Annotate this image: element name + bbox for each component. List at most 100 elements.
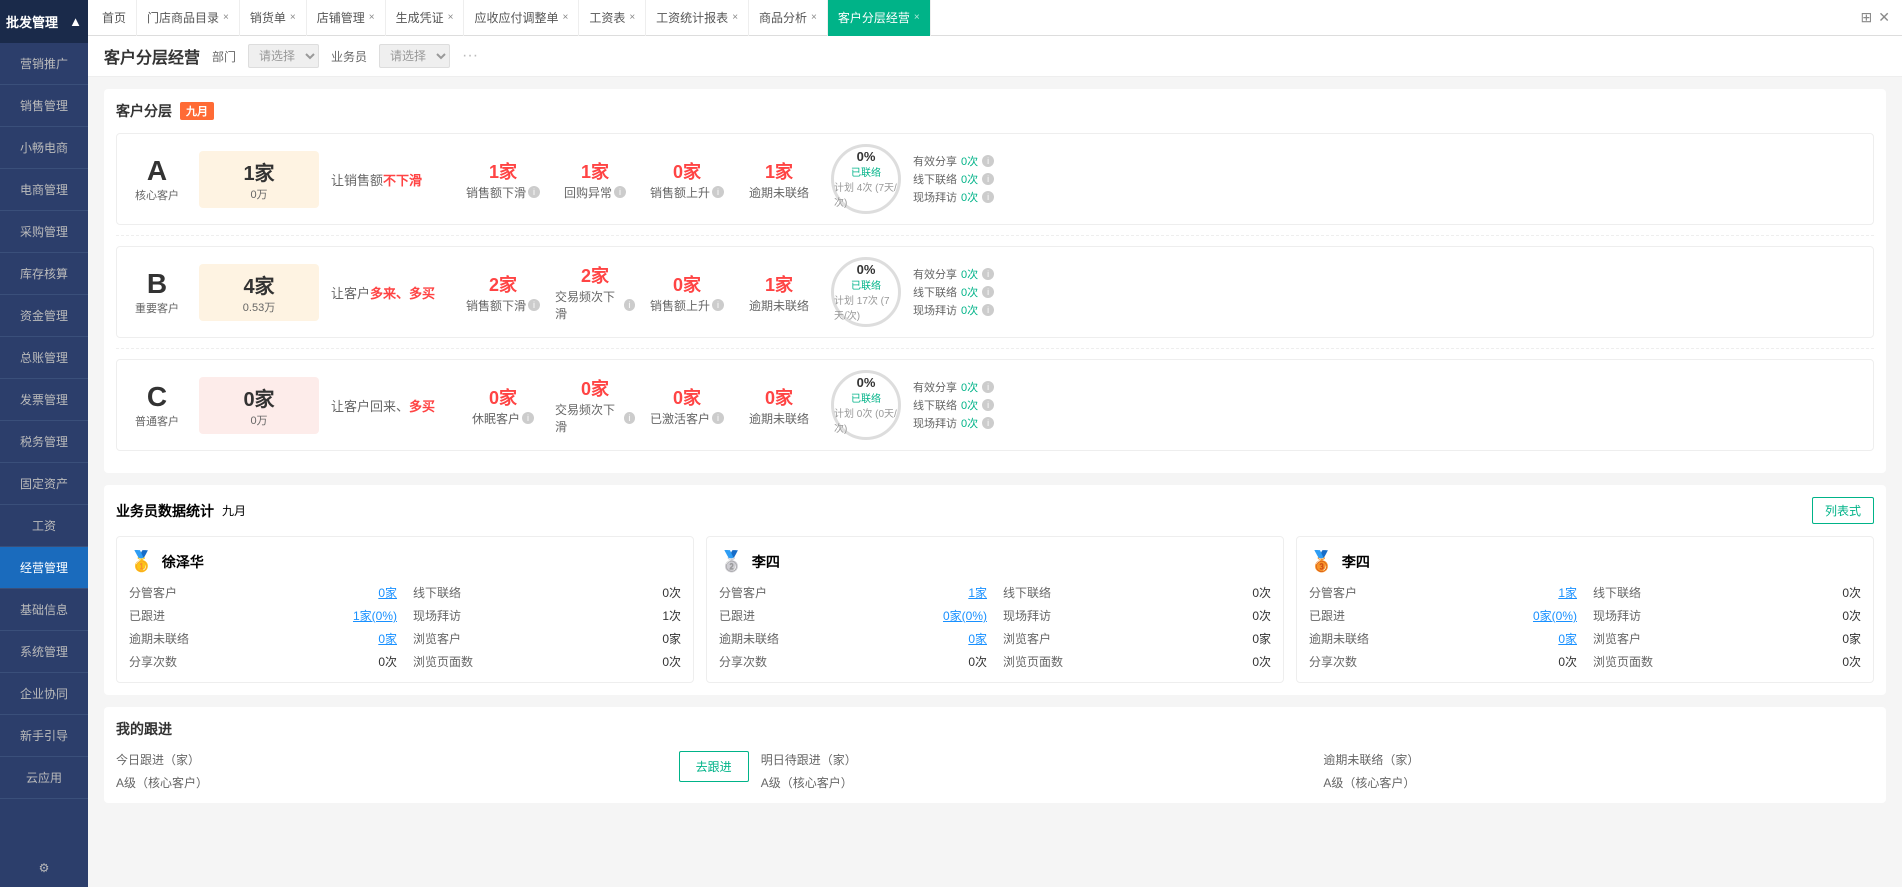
info-icon[interactable]: i	[712, 299, 724, 311]
tab-close-btn[interactable]: ×	[629, 0, 635, 36]
toolbar: 客户分层经营 部门 请选择 业务员 请选择 ···	[88, 36, 1902, 77]
sidebar-item-xinshou[interactable]: 新手引导	[0, 715, 88, 757]
list-view-button[interactable]: 列表式	[1812, 497, 1874, 524]
staff-stat-value[interactable]: 0家(0%)	[1533, 607, 1577, 624]
stat-num[interactable]: 0家	[489, 384, 517, 410]
stat-num[interactable]: 1家	[765, 271, 793, 297]
stat-num[interactable]: 2家	[581, 262, 609, 288]
info-icon[interactable]: i	[982, 286, 994, 298]
tab-close-btn[interactable]: ×	[369, 0, 375, 36]
tab-销货单[interactable]: 销货单×	[240, 0, 307, 36]
sidebar-item-shuiwu[interactable]: 税务管理	[0, 421, 88, 463]
tab-应收应付调整单[interactable]: 应收应付调整单×	[464, 0, 579, 36]
stat-num[interactable]: 1家	[581, 158, 609, 184]
info-icon[interactable]: i	[712, 412, 724, 424]
staff-medal: 🥉	[1309, 549, 1334, 574]
sidebar-item-dianshang[interactable]: 电商管理	[0, 169, 88, 211]
info-icon[interactable]: i	[982, 268, 994, 280]
info-icon[interactable]: i	[982, 417, 994, 429]
info-icon[interactable]: i	[624, 299, 635, 311]
tab-生成凭证[interactable]: 生成凭证×	[386, 0, 465, 36]
stat-num[interactable]: 1家	[765, 158, 793, 184]
info-icon[interactable]: i	[528, 299, 540, 311]
staff-stat-value[interactable]: 0家	[968, 630, 987, 647]
sidebar-item-zhangmu[interactable]: 总账管理	[0, 337, 88, 379]
sidebar-item-yingxiao[interactable]: 营销推广	[0, 43, 88, 85]
rs-num: 0次	[961, 302, 978, 318]
staff-stat-value[interactable]: 1家	[968, 584, 987, 601]
info-icon[interactable]: i	[982, 399, 994, 411]
tier-circle-A: 0%已联络计划 4次 (7天/次)	[831, 144, 901, 214]
info-icon[interactable]: i	[712, 186, 724, 198]
info-icon[interactable]: i	[522, 412, 534, 424]
stat-label: 逾期未联络	[749, 410, 809, 427]
tab-close-btn[interactable]: ×	[811, 0, 817, 36]
tab-window-icon[interactable]: ⊞	[1861, 9, 1873, 26]
sidebar-item-gongzi[interactable]: 工资	[0, 505, 88, 547]
staff-stat-value[interactable]: 1家	[1558, 584, 1577, 601]
info-icon[interactable]: i	[528, 186, 540, 198]
tab-门店商品目录[interactable]: 门店商品目录×	[137, 0, 240, 36]
staff-stat-value: 0次	[968, 653, 987, 670]
stat-num[interactable]: 0家	[581, 375, 609, 401]
sidebar-item-kucun[interactable]: 库存核算	[0, 253, 88, 295]
sidebar-item-xiaoshou[interactable]: 销售管理	[0, 85, 88, 127]
tab-close-btn[interactable]: ×	[448, 0, 454, 36]
sidebar-item-jichu[interactable]: 基础信息	[0, 589, 88, 631]
tab-close-btn[interactable]: ×	[562, 0, 568, 36]
sidebar-gear-icon[interactable]: ⚙	[0, 849, 88, 887]
sidebar-item-jingying[interactable]: 经营管理	[0, 547, 88, 589]
stat-label: 已激活客户i	[650, 410, 724, 427]
tab-close-btn[interactable]: ×	[223, 0, 229, 36]
sidebar-item-gudingzichan[interactable]: 固定资产	[0, 463, 88, 505]
tab-工资表[interactable]: 工资表×	[579, 0, 646, 36]
sidebar-collapse-icon[interactable]: ▲	[69, 14, 82, 29]
circle-plan: 计划 4次 (7天/次)	[834, 179, 898, 209]
stat-num[interactable]: 0家	[673, 384, 701, 410]
right-stat-item: 线下联络0次i	[913, 284, 994, 300]
staff-select[interactable]: 请选择	[379, 44, 450, 68]
sidebar-item-zijin[interactable]: 资金管理	[0, 295, 88, 337]
staff-stat-item: 现场拜访0次	[1593, 607, 1861, 624]
sidebar-item-yun[interactable]: 云应用	[0, 757, 88, 799]
more-options-icon[interactable]: ···	[462, 47, 478, 65]
staff-stat-value[interactable]: 0家(0%)	[943, 607, 987, 624]
info-icon[interactable]: i	[982, 173, 994, 185]
staff-stat-value[interactable]: 0家	[378, 630, 397, 647]
staff-stat-value: 0次	[662, 653, 681, 670]
tab-close-btn[interactable]: ×	[732, 0, 738, 36]
tab-close-icon[interactable]: ✕	[1878, 9, 1890, 26]
tab-首页[interactable]: 首页	[92, 0, 137, 36]
rs-label: 线下联络	[913, 171, 957, 187]
staff-stat-value: 0次	[1252, 607, 1271, 624]
staff-stat-value[interactable]: 0家	[378, 584, 397, 601]
stat-num[interactable]: 0家	[673, 158, 701, 184]
sidebar-item-xitong[interactable]: 系统管理	[0, 631, 88, 673]
go-followup-button[interactable]: 去跟进	[679, 751, 749, 782]
staff-stat-value[interactable]: 1家(0%)	[353, 607, 397, 624]
info-icon[interactable]: i	[982, 191, 994, 203]
tab-工资统计报表[interactable]: 工资统计报表×	[646, 0, 749, 36]
sidebar-item-caigou[interactable]: 采购管理	[0, 211, 88, 253]
info-icon[interactable]: i	[982, 304, 994, 316]
tab-客户分层经营[interactable]: 客户分层经营×	[828, 0, 931, 36]
stat-num[interactable]: 0家	[673, 271, 701, 297]
info-icon[interactable]: i	[614, 186, 626, 198]
sidebar-item-fapiao[interactable]: 发票管理	[0, 379, 88, 421]
tab-close-btn[interactable]: ×	[914, 0, 920, 36]
sidebar-item-qiye[interactable]: 企业协同	[0, 673, 88, 715]
dept-select[interactable]: 请选择	[248, 44, 319, 68]
tab-close-btn[interactable]: ×	[290, 0, 296, 36]
tab-商品分析[interactable]: 商品分析×	[749, 0, 828, 36]
right-stat-item: 线下联络0次i	[913, 171, 994, 187]
info-icon[interactable]: i	[624, 412, 635, 424]
info-icon[interactable]: i	[982, 381, 994, 393]
staff-stat-value[interactable]: 0家	[1558, 630, 1577, 647]
sidebar-item-xiaodian[interactable]: 小畅电商	[0, 127, 88, 169]
stat-num[interactable]: 0家	[765, 384, 793, 410]
stat-num[interactable]: 2家	[489, 271, 517, 297]
tab-店铺管理[interactable]: 店铺管理×	[307, 0, 386, 36]
right-stat-item: 现场拜访0次i	[913, 302, 994, 318]
stat-num[interactable]: 1家	[489, 158, 517, 184]
info-icon[interactable]: i	[982, 155, 994, 167]
